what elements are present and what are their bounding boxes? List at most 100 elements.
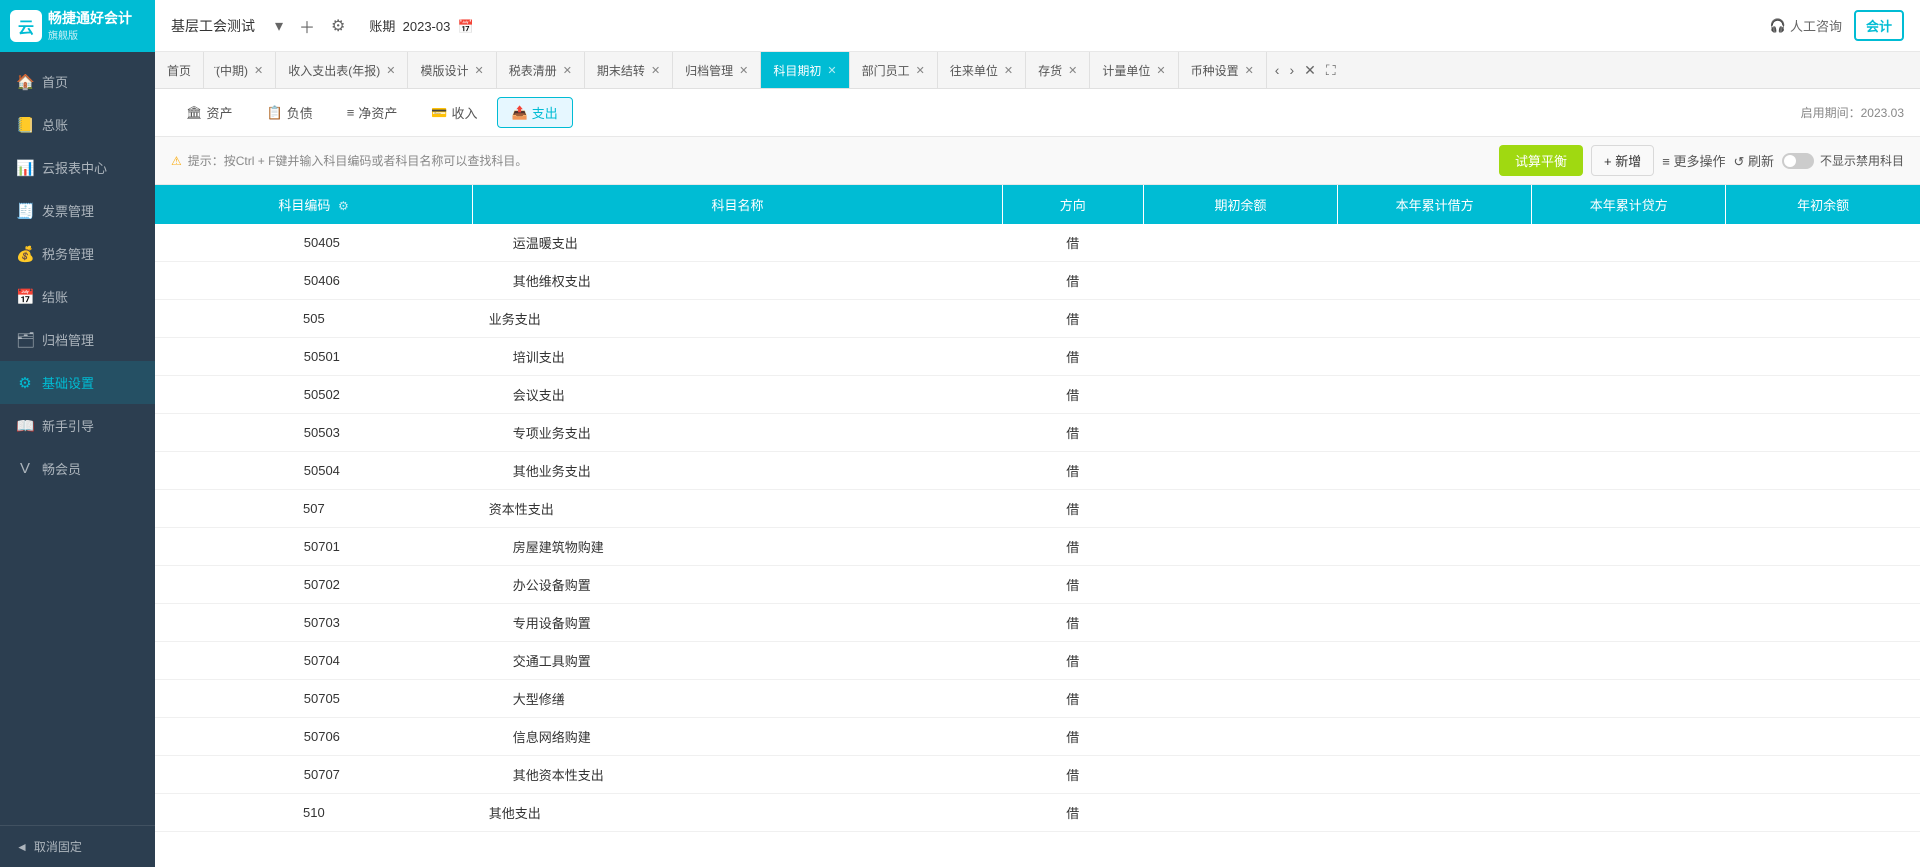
cell-year <box>1726 300 1920 338</box>
tab-close-filing[interactable]: ✕ <box>739 64 748 77</box>
sidebar-item-archive[interactable]: 🗂 归档管理 <box>0 318 155 361</box>
more-btn[interactable]: ≡ 更多操作 <box>1662 151 1725 170</box>
tab-taxclear[interactable]: 税表清册 ✕ <box>497 52 585 88</box>
sidebar-item-close[interactable]: 📅 结账 <box>0 275 155 318</box>
nav-label-ledger: 总账 <box>42 115 68 134</box>
nav-label-invoice: 发票管理 <box>42 201 94 220</box>
tab-label-filing: 归档管理 <box>685 62 733 79</box>
tab-close-mid[interactable]: ✕ <box>254 64 263 77</box>
cell-name: 其他维权支出 <box>473 262 1003 300</box>
tab-close-yearend[interactable]: ✕ <box>651 64 660 77</box>
subtab-netasset[interactable]: ≡ 净资产 <box>332 97 413 128</box>
tab-label-taxclear: 税表清册 <box>509 62 557 79</box>
balance-btn[interactable]: 试算平衡 <box>1499 145 1583 176</box>
tab-close-template[interactable]: ✕ <box>474 64 483 77</box>
cell-dir: 借 <box>1002 680 1143 718</box>
tab-dept[interactable]: 部门员工✕ <box>850 52 938 88</box>
help-btn[interactable]: 🎧 人工咨询 <box>1770 16 1842 35</box>
tab-filing[interactable]: 归档管理 ✕ <box>673 52 761 88</box>
tab-close-measure[interactable]: ✕ <box>1156 64 1165 77</box>
cell-year <box>1726 794 1920 832</box>
cell-name: 其他支出 <box>473 794 1003 832</box>
tab-unit[interactable]: 往来单位✕ <box>938 52 1026 88</box>
cell-dir: 借 <box>1002 566 1143 604</box>
subtab-income2[interactable]: 💳 收入 <box>416 97 492 128</box>
tab-close-all-btn[interactable]: ✕ <box>1300 60 1320 81</box>
cell-deb <box>1338 794 1532 832</box>
tab-measure[interactable]: 计量单位✕ <box>1090 52 1178 88</box>
cell-code: 510 <box>155 794 473 832</box>
table-row: 50706 信息网络购建 借 <box>155 718 1920 756</box>
cell-dir: 借 <box>1002 376 1143 414</box>
subtab-expenditure[interactable]: 📤 支出 <box>497 97 573 128</box>
cell-deb <box>1338 262 1532 300</box>
tab-template[interactable]: 模版设计✕ <box>408 52 496 88</box>
sidebar-item-reports[interactable]: 📊 云报表中心 <box>0 146 155 189</box>
table-row: 505 业务支出 借 <box>155 300 1920 338</box>
tab-label-home: 首页 <box>167 62 191 79</box>
table-row: 510 其他支出 借 <box>155 794 1920 832</box>
tab-close-stock[interactable]: ✕ <box>1068 64 1077 77</box>
table-row: 50405 运温暖支出 借 <box>155 224 1920 262</box>
tab-income[interactable]: 收入支出表(年报)✕ <box>276 52 408 88</box>
dropdown-btn[interactable]: ▾ <box>271 14 287 38</box>
tab-close-currency[interactable]: ✕ <box>1245 64 1254 77</box>
cell-cred <box>1532 642 1726 680</box>
cell-year <box>1726 642 1920 680</box>
table-body: 50405 运温暖支出 借 50406 其他维权支出 借 505 业务支出 借 … <box>155 224 1920 832</box>
collapse-sidebar-btn[interactable]: ◄ 取消固定 <box>0 825 155 867</box>
tab-close-income[interactable]: ✕ <box>386 64 395 77</box>
tab-currency[interactable]: 币种设置 ✕ <box>1179 52 1267 88</box>
tab-yearend[interactable]: 期末结转 ✕ <box>585 52 673 88</box>
cell-year <box>1726 718 1920 756</box>
cell-name: 其他业务支出 <box>473 452 1003 490</box>
add-workspace-btn[interactable]: ＋ <box>295 12 319 40</box>
main-area: 基层工会测试 ▾ ＋ ⚙ 账期 2023-03 📅 🎧 人工咨询 会计 首页̈(… <box>155 0 1920 867</box>
subtab-liability[interactable]: 📋 负债 <box>252 97 328 128</box>
tab-kqchu[interactable]: 科目期初✕ <box>761 52 849 88</box>
sidebar-item-ledger[interactable]: 📒 总账 <box>0 103 155 146</box>
gear-icon[interactable]: ⚙ <box>338 199 349 213</box>
tab-mid[interactable]: ̈(中期)✕ <box>204 52 276 88</box>
sidebar-item-member[interactable]: V 畅会员 <box>0 447 155 490</box>
tab-label-stock: 存货 <box>1038 62 1062 79</box>
show-disabled-toggle[interactable] <box>1782 153 1814 169</box>
tab-home[interactable]: 首页 <box>155 52 204 88</box>
toggle-label: 不显示禁用科目 <box>1820 152 1904 169</box>
sidebar-item-tax[interactable]: 💰 税务管理 <box>0 232 155 275</box>
cell-code: 50406 <box>155 262 473 300</box>
account-btn[interactable]: 会计 <box>1854 10 1904 41</box>
th-bal: 期初余额 <box>1143 185 1337 224</box>
nav-label-guide: 新手引导 <box>42 416 94 435</box>
sidebar-item-home[interactable]: 🏠 首页 <box>0 60 155 103</box>
workspace-title: 基层工会测试 <box>171 16 255 36</box>
subtab-asset[interactable]: 🏛 资产 <box>171 97 248 128</box>
table-row: 50702 办公设备购置 借 <box>155 566 1920 604</box>
cell-year <box>1726 224 1920 262</box>
sidebar-item-guide[interactable]: 📖 新手引导 <box>0 404 155 447</box>
cell-dir: 借 <box>1002 718 1143 756</box>
cell-code: 50504 <box>155 452 473 490</box>
tab-stock[interactable]: 存货 ✕ <box>1026 52 1090 88</box>
tab-prev-btn[interactable]: ‹ <box>1271 60 1284 80</box>
refresh-btn[interactable]: ↺ 刷新 <box>1733 151 1774 170</box>
tab-next-btn[interactable]: › <box>1285 60 1298 80</box>
tab-close-dept[interactable]: ✕ <box>916 64 925 77</box>
tab-close-taxclear[interactable]: ✕ <box>563 64 572 77</box>
add-btn[interactable]: + 新增 <box>1591 145 1654 176</box>
sidebar-item-invoice[interactable]: 🧾 发票管理 <box>0 189 155 232</box>
topbar-actions: ▾ ＋ ⚙ <box>271 12 349 40</box>
th-name: 科目名称 <box>473 185 1003 224</box>
tab-close-unit[interactable]: ✕ <box>1004 64 1013 77</box>
tab-expand-btn[interactable]: ⛶ <box>1322 60 1340 81</box>
settings-btn[interactable]: ⚙ <box>327 14 349 38</box>
cell-code: 50703 <box>155 604 473 642</box>
cell-code: 50405 <box>155 224 473 262</box>
tab-label-currency: 币种设置 <box>1191 62 1239 79</box>
tab-label-yearend: 期末结转 <box>597 62 645 79</box>
sidebar-item-settings[interactable]: ⚙ 基础设置 <box>0 361 155 404</box>
cell-cred <box>1532 680 1726 718</box>
tab-close-kqchu[interactable]: ✕ <box>827 64 836 77</box>
table-row: 50501 培训支出 借 <box>155 338 1920 376</box>
cell-year <box>1726 338 1920 376</box>
